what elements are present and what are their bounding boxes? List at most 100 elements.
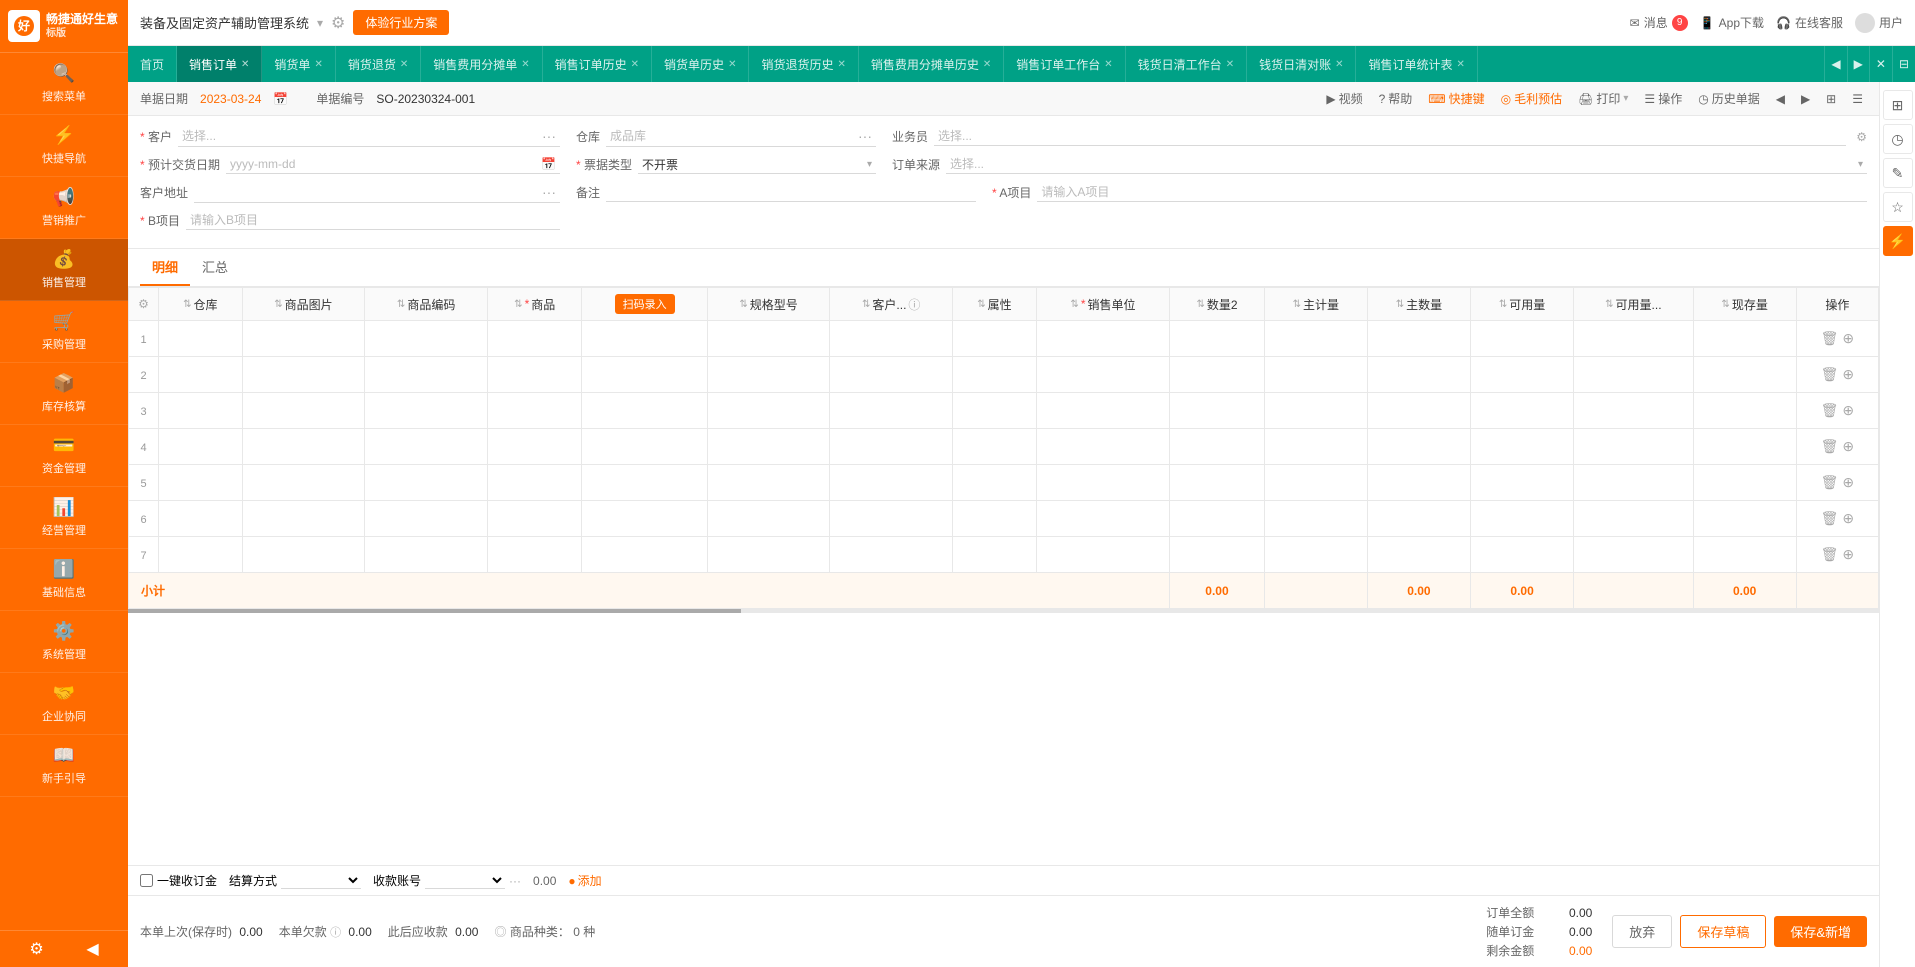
tab-sales-expense[interactable]: 销售费用分摊单 ✕ (421, 46, 542, 82)
addr-input[interactable] (198, 185, 542, 199)
copy-row-btn[interactable]: ⊕ (1842, 438, 1854, 455)
order-source-input[interactable] (950, 157, 1858, 171)
tab-close-icon[interactable]: ✕ (1335, 59, 1343, 70)
delete-row-btn[interactable]: 🗑 (1821, 474, 1839, 491)
save-draft-button[interactable]: 保存草稿 (1680, 915, 1766, 948)
tab-close-icon[interactable]: ✕ (241, 59, 249, 70)
app-download-item[interactable]: 📱 App下载 (1700, 14, 1764, 31)
row-available-cell[interactable] (1471, 321, 1574, 357)
tab-close-icon[interactable]: ✕ (400, 59, 408, 70)
sidebar-item-inventory[interactable]: 📦 库存核算 (0, 363, 128, 425)
sidebar-item-basic-info[interactable]: ℹ️ 基础信息 (0, 549, 128, 611)
delete-row-btn[interactable]: 🗑 (1821, 438, 1839, 455)
delivery-input[interactable] (230, 157, 537, 171)
scan-button[interactable]: 扫码录入 (615, 294, 675, 314)
tab-close-icon[interactable]: ✕ (728, 59, 736, 70)
delete-row-btn[interactable]: 🗑 (1821, 510, 1839, 527)
order-source-dropdown-icon[interactable]: ▾ (1858, 159, 1863, 170)
rp-flash-btn[interactable]: ⚡ (1883, 226, 1913, 256)
staff-input-wrapper[interactable] (934, 127, 1846, 146)
system-dropdown-icon[interactable]: ▾ (317, 16, 323, 30)
tab-sales-stat[interactable]: 销售订单统计表 ✕ (1356, 46, 1477, 82)
grid-view-btn[interactable]: ⊞ (1822, 90, 1840, 108)
row-stock-cell[interactable] (1693, 321, 1796, 357)
row-warehouse-cell[interactable] (159, 321, 243, 357)
calendar-field-icon[interactable]: 📅 (541, 157, 556, 171)
copy-row-btn[interactable]: ⊕ (1842, 510, 1854, 527)
tab-home[interactable]: 首页 (128, 46, 177, 82)
tab-sales-order[interactable]: 销售订单 ✕ (177, 46, 262, 82)
tab-sales-return[interactable]: 销货退货 ✕ (336, 46, 421, 82)
tab-close-icon[interactable]: ✕ (1104, 59, 1112, 70)
tab-detail[interactable]: 明细 (140, 249, 190, 286)
tab-daily-workbench[interactable]: 钱货日清工作台 ✕ (1126, 46, 1247, 82)
sidebar-item-purchase[interactable]: 🛒 采购管理 (0, 301, 128, 363)
profit-btn[interactable]: ◎ 毛利预估 (1497, 88, 1567, 109)
delete-row-btn[interactable]: 🗑 (1821, 330, 1839, 347)
tab-sales-slip-history[interactable]: 销货单历史 ✕ (652, 46, 749, 82)
list-view-btn[interactable]: ☰ (1848, 90, 1867, 108)
b-project-input-wrapper[interactable] (186, 211, 560, 230)
user-item[interactable]: 用户 (1855, 13, 1903, 33)
staff-expand-icon[interactable]: ⚙ (1856, 130, 1867, 144)
tab-close-icon[interactable]: ✕ (631, 59, 639, 70)
tab-next-btn[interactable]: ▶ (1847, 46, 1869, 82)
tab-close-all-btn[interactable]: ✕ (1869, 46, 1892, 82)
tab-order-workbench[interactable]: 销售订单工作台 ✕ (1004, 46, 1125, 82)
discard-button[interactable]: 放弃 (1612, 915, 1672, 948)
add-button[interactable]: ● 添加 (568, 872, 601, 889)
rp-edit-btn[interactable]: ✎ (1883, 158, 1913, 188)
message-item[interactable]: ✉ 消息 9 (1630, 14, 1688, 31)
tab-close-icon[interactable]: ✕ (1226, 59, 1234, 70)
sidebar-item-guide[interactable]: 📖 新手引导 (0, 735, 128, 797)
tab-summary[interactable]: 汇总 (190, 249, 240, 286)
tab-close-icon[interactable]: ✕ (983, 59, 991, 70)
settle-method-select[interactable] (281, 872, 361, 889)
nav-prev-btn[interactable]: ◀ (1772, 90, 1789, 108)
sidebar-item-operations[interactable]: 📊 经营管理 (0, 487, 128, 549)
row-qty2-cell[interactable] (1170, 321, 1264, 357)
row-product-cell[interactable] (487, 321, 581, 357)
row-unit-cell[interactable] (1036, 321, 1170, 357)
invoice-select-wrapper[interactable]: ▾ (638, 155, 876, 174)
warehouse-input-wrapper[interactable]: ··· (606, 126, 876, 147)
print-btn[interactable]: 🖨 打印 ▾ (1574, 88, 1632, 109)
rp-star-btn[interactable]: ☆ (1883, 192, 1913, 222)
tab-close-icon[interactable]: ✕ (521, 59, 529, 70)
online-service-item[interactable]: 🎧 在线客服 (1776, 14, 1843, 31)
row-code-cell[interactable] (365, 321, 488, 357)
addr-input-wrapper[interactable]: ··· (194, 182, 560, 203)
row-spec-cell[interactable] (707, 321, 830, 357)
customer-expand-icon[interactable]: ··· (542, 128, 556, 144)
tab-menu-btn[interactable]: ⊟ (1892, 46, 1915, 82)
tab-close-icon[interactable]: ✕ (314, 59, 322, 70)
account-expand-icon[interactable]: ··· (509, 874, 521, 888)
account-select[interactable] (425, 872, 505, 889)
tab-sales-order-history[interactable]: 销售订单历史 ✕ (543, 46, 652, 82)
delete-row-btn[interactable]: 🗑 (1821, 402, 1839, 419)
warehouse-input[interactable] (610, 129, 858, 143)
sidebar-item-enterprise[interactable]: 🤝 企业协同 (0, 673, 128, 735)
tab-expense-history[interactable]: 销售费用分摊单历史 ✕ (859, 46, 1004, 82)
nav-next-btn[interactable]: ▶ (1797, 90, 1814, 108)
sidebar-item-system[interactable]: ⚙️ 系统管理 (0, 611, 128, 673)
tab-close-icon[interactable]: ✕ (837, 59, 845, 70)
sidebar-item-search[interactable]: 🔍 搜索菜单 (0, 53, 128, 115)
copy-row-btn[interactable]: ⊕ (1842, 330, 1854, 347)
collapse-icon[interactable]: ◀ (86, 939, 98, 959)
staff-input[interactable] (938, 129, 1842, 143)
preview-btn[interactable]: ▶ 视频 (1322, 88, 1366, 109)
tab-close-icon[interactable]: ✕ (1457, 59, 1465, 70)
copy-row-btn[interactable]: ⊕ (1842, 402, 1854, 419)
history-btn[interactable]: ◷ 历史单据 (1694, 88, 1764, 109)
row-customer-code-cell[interactable] (830, 321, 953, 357)
auto-settle-checkbox[interactable]: 一键收订金 (140, 872, 217, 889)
a-project-input-wrapper[interactable] (1037, 183, 1867, 202)
operation-btn[interactable]: ☰ 操作 (1640, 88, 1686, 109)
invoice-dropdown-icon[interactable]: ▾ (867, 159, 872, 170)
addr-expand-icon[interactable]: ··· (542, 184, 556, 200)
tab-prev-btn[interactable]: ◀ (1824, 46, 1846, 82)
row-available2-cell[interactable] (1574, 321, 1693, 357)
settings-gear-icon[interactable]: ⚙ (331, 13, 345, 33)
save-new-button[interactable]: 保存&新增 (1774, 916, 1867, 947)
